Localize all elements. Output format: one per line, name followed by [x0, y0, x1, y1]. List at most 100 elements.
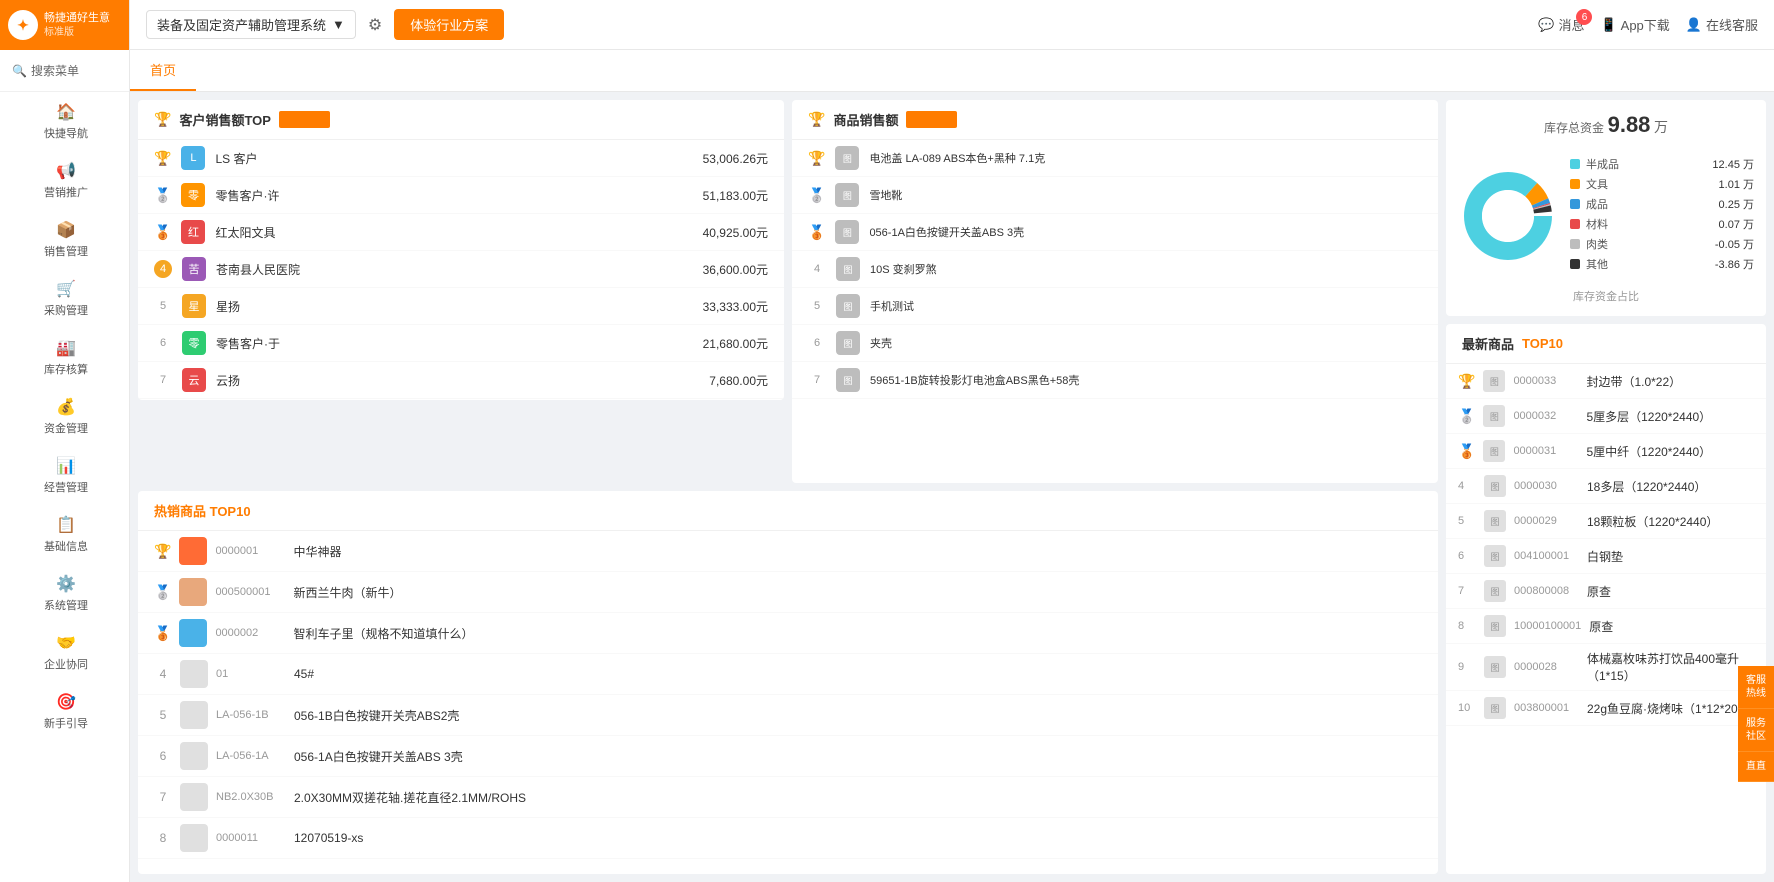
- rank-avatar-3: 红: [181, 220, 205, 244]
- legend-item-5: 其他 -3.86 万: [1570, 256, 1754, 272]
- prod-num-7: 7: [808, 371, 826, 389]
- latest-tag: TOP10: [1522, 336, 1563, 351]
- latest-icon-8: 图: [1484, 615, 1506, 637]
- legend-dot-0: [1570, 159, 1580, 169]
- legend-item-1: 文具 1.01 万: [1570, 176, 1754, 192]
- prod-avatar-3: 图: [835, 220, 859, 244]
- rank-item-7: 7 云 云扬 7,680.00元: [138, 362, 784, 399]
- hot-item-5: 5 LA-056-1B 056-1B白色按键开关壳ABS2壳: [138, 695, 1438, 736]
- search-menu-btn[interactable]: 🔍 搜索菜单: [8, 58, 121, 83]
- legend-dot-2: [1570, 199, 1580, 209]
- settings-icon[interactable]: ⚙: [368, 15, 382, 35]
- sidebar-item-purchase[interactable]: 🛒 采购管理: [0, 269, 129, 328]
- prod-avatar-6: 图: [836, 331, 860, 355]
- hot-num-6: 6: [154, 749, 172, 763]
- middle-panels: 🏆 客户销售额TOP TOP10 🏆 L LS 客户 53,006.26元 🥈: [138, 100, 1438, 874]
- corp-icon: 🤝: [56, 633, 76, 653]
- latest-products-panel: 最新商品 TOP10 🏆 图 0000033 封边带（1.0*22） 🥈 图 0…: [1446, 324, 1766, 874]
- inventory-total: 库存总资金 9.88 万: [1458, 112, 1754, 138]
- hot-thumb-8: [180, 824, 208, 852]
- float-buttons: 客服 热线 服务 社区 直直: [1738, 666, 1774, 782]
- hot-item-9: 9 KK-SD22110H 花语萌恒温分腿睡袋（厚款）: [138, 859, 1438, 864]
- rank-avatar-4: 苦: [182, 257, 206, 281]
- dropdown-icon: ▼: [332, 17, 345, 32]
- hot-thumb-5: [180, 701, 208, 729]
- marketing-icon: 📢: [56, 161, 76, 181]
- hot-num-8: 8: [154, 831, 172, 845]
- latest-item-4: 4 图 0000030 18多层（1220*2440）: [1446, 469, 1766, 504]
- hot-thumb-1: [179, 537, 207, 565]
- hot-products-header: 热销商品 TOP10: [138, 491, 1438, 531]
- float-service-btn[interactable]: 客服 热线: [1738, 666, 1774, 709]
- customer-ranking-panel: 🏆 客户销售额TOP TOP10 🏆 L LS 客户 53,006.26元 🥈: [138, 100, 784, 400]
- latest-icon-2: 图: [1483, 405, 1505, 427]
- rank-item-1: 🏆 L LS 客户 53,006.26元: [138, 140, 784, 177]
- hot-item-1: 🏆 0000001 中华神器: [138, 531, 1438, 572]
- system-selector[interactable]: 装备及固定资产辅助管理系统 ▼: [146, 10, 356, 39]
- prod-avatar-5: 图: [836, 294, 860, 318]
- search-menu-section[interactable]: 🔍 搜索菜单: [0, 50, 129, 92]
- rank-item-8: 8 肖 肖总 7,563.00元: [138, 399, 784, 400]
- prod-medal-2: 🥈: [808, 187, 825, 204]
- prod-rank-item-2: 🥈 图 雪地靴: [792, 177, 1438, 214]
- sidebar-item-marketing[interactable]: 📢 营销推广: [0, 151, 129, 210]
- sidebar-item-system[interactable]: ⚙️ 系统管理: [0, 564, 129, 623]
- rank-item-5: 5 星 星扬 33,333.00元: [138, 288, 784, 325]
- sidebar-item-base[interactable]: 📋 基础信息: [0, 505, 129, 564]
- legend-dot-4: [1570, 239, 1580, 249]
- latest-item-1: 🏆 图 0000033 封边带（1.0*22）: [1446, 364, 1766, 399]
- hot-item-4: 4 01 45#: [138, 654, 1438, 695]
- hot-thumb-3: [179, 619, 207, 647]
- prod-rank-item-6: 6 图 夹壳: [792, 325, 1438, 362]
- latest-products-list: 🏆 图 0000033 封边带（1.0*22） 🥈 图 0000032 5厘多层…: [1446, 364, 1766, 874]
- latest-icon-3: 图: [1483, 440, 1505, 462]
- prod-medal-3: 🥉: [808, 224, 825, 241]
- message-icon: 💬: [1538, 17, 1554, 33]
- rank-medal-silver: 🥈: [154, 187, 171, 204]
- sidebar-item-quick[interactable]: 🏠 快捷导航: [0, 92, 129, 151]
- trophy-icon-2: 🏆: [808, 111, 825, 128]
- online-service-btn[interactable]: 👤 在线客服: [1686, 15, 1758, 34]
- legend-dot-3: [1570, 219, 1580, 229]
- prod-avatar-7: 图: [836, 368, 860, 392]
- latest-medal-2: 🥈: [1458, 408, 1475, 425]
- rank-trophy: 🏆: [154, 150, 171, 167]
- app-download-btn[interactable]: 📱 App下载: [1600, 15, 1669, 34]
- hot-item-7: 7 NB2.0X30B 2.0X30MM双搓花轴.搓花直径2.1MM/ROHS: [138, 777, 1438, 818]
- float-community-btn[interactable]: 服务 社区: [1738, 709, 1774, 752]
- latest-item-8: 8 图 10000100001 原查: [1446, 609, 1766, 644]
- tab-home[interactable]: 首页: [130, 50, 196, 91]
- sidebar-item-inventory[interactable]: 🏭 库存核算: [0, 328, 129, 387]
- sidebar-item-corp[interactable]: 🤝 企业协同: [0, 623, 129, 682]
- latest-icon-7: 图: [1484, 580, 1506, 602]
- logo-icon: ✦: [8, 10, 38, 40]
- legend-item-2: 成品 0.25 万: [1570, 196, 1754, 212]
- product-ranking-header: 🏆 商品销售额 TOP10: [792, 100, 1438, 140]
- sidebar-item-sales[interactable]: 📦 销售管理: [0, 210, 129, 269]
- latest-item-5: 5 图 0000029 18颗粒板（1220*2440）: [1446, 504, 1766, 539]
- hot-products-list: 🏆 0000001 中华神器 🥈 000500001 新西兰牛肉（新牛） 🥉: [138, 531, 1438, 864]
- hot-item-3: 🥉 0000002 智利车子里（规格不知道填什么）: [138, 613, 1438, 654]
- sidebar-item-ops[interactable]: 📊 经营管理: [0, 446, 129, 505]
- prod-num-4: 4: [808, 260, 826, 278]
- prod-num-5: 5: [808, 297, 826, 315]
- inventory-subtitle: 库存资金占比: [1458, 288, 1754, 304]
- customer-ranking-header: 🏆 客户销售额TOP TOP10: [138, 100, 784, 140]
- latest-products-header: 最新商品 TOP10: [1446, 324, 1766, 364]
- sidebar-item-guide[interactable]: 🎯 新手引导: [0, 682, 129, 741]
- latest-num-9: 9: [1458, 661, 1476, 673]
- search-icon: 🔍: [12, 64, 27, 78]
- latest-item-6: 6 图 004100001 白钢垫: [1446, 539, 1766, 574]
- donut-section: 半成品 12.45 万 文具 1.01 万 成品 0.25 万: [1458, 148, 1754, 284]
- prod-rank-item-5: 5 图 手机测试: [792, 288, 1438, 325]
- latest-item-10: 10 图 003800001 22g鱼豆腐·烧烤味（1*12*20）: [1446, 691, 1766, 726]
- trial-button[interactable]: 体验行业方案: [394, 9, 504, 40]
- system-icon: ⚙️: [56, 574, 76, 594]
- sidebar-item-finance[interactable]: 💰 资金管理: [0, 387, 129, 446]
- rank-avatar-7: 云: [182, 368, 206, 392]
- main-content: 装备及固定资产辅助管理系统 ▼ ⚙ 体验行业方案 💬 消息 6 📱 App下载 …: [130, 0, 1774, 882]
- donut-chart: [1458, 166, 1558, 266]
- message-btn[interactable]: 💬 消息 6: [1538, 15, 1584, 34]
- float-direct-btn[interactable]: 直直: [1738, 752, 1774, 782]
- latest-num-6: 6: [1458, 550, 1476, 562]
